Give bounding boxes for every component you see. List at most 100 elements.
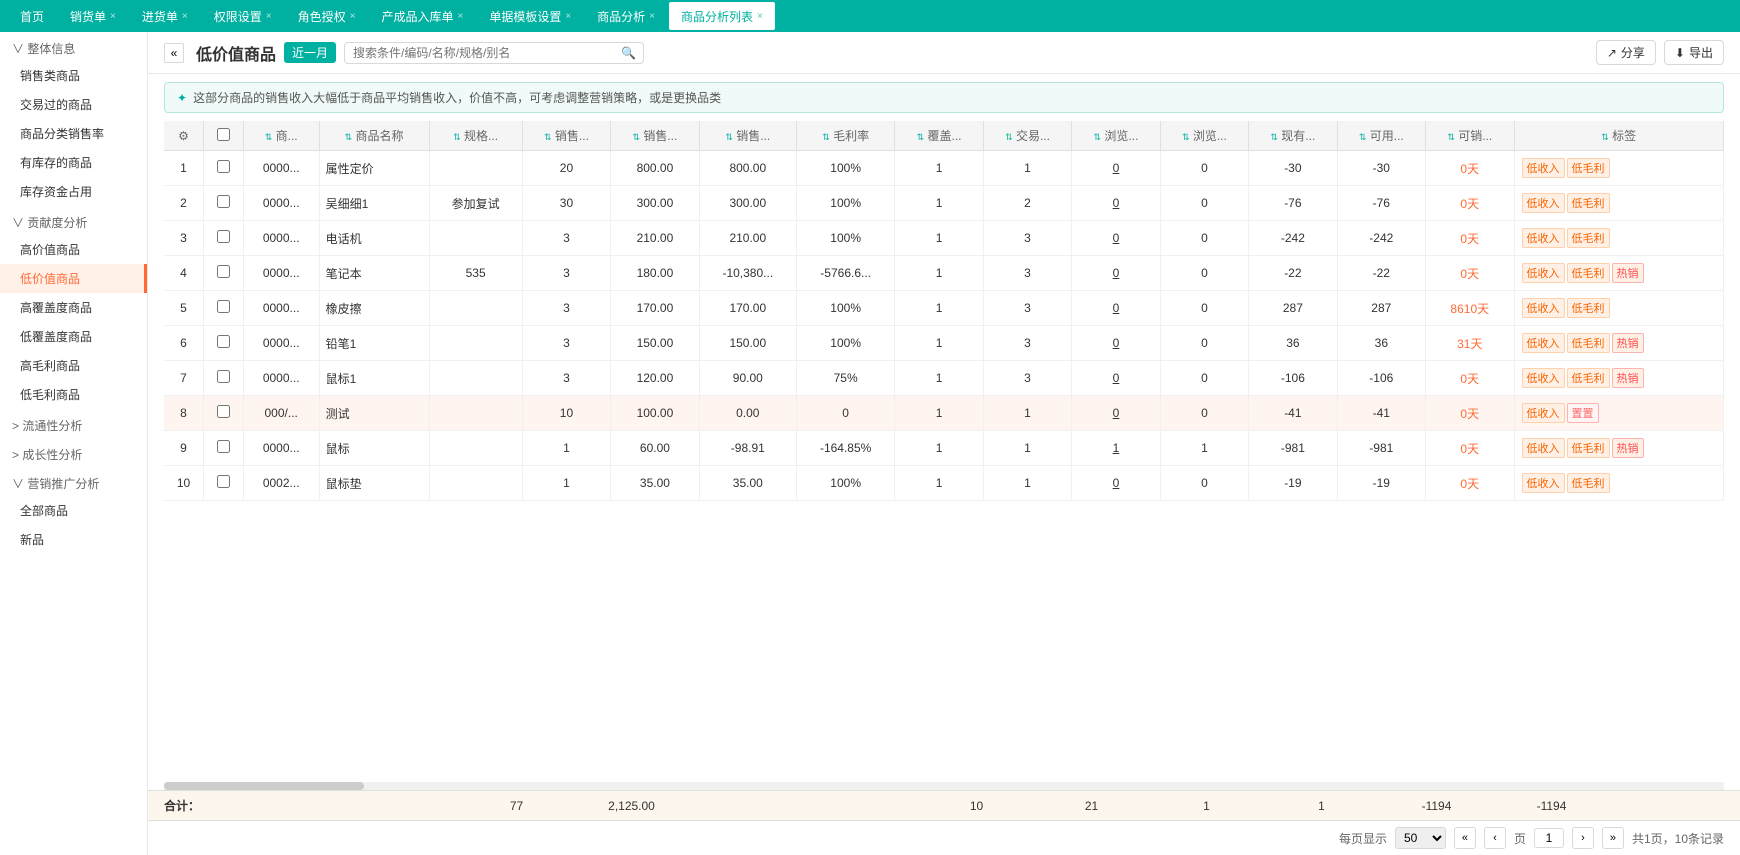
nav-close-permission[interactable]: × bbox=[266, 11, 272, 22]
row-checkbox[interactable] bbox=[217, 300, 230, 313]
row-checkbox[interactable] bbox=[217, 405, 230, 418]
td-checkbox[interactable] bbox=[204, 466, 244, 501]
th-view1[interactable]: ⇅ 浏览... bbox=[1072, 121, 1160, 151]
sidebar-collapse-button[interactable]: « bbox=[164, 43, 184, 63]
th-tag[interactable]: ⇅ 标签 bbox=[1514, 121, 1724, 151]
table-row: 10 0002... 鼠标垫 1 35.00 35.00 100% 1 1 0 … bbox=[164, 466, 1724, 501]
th-spec[interactable]: ⇅ 规格... bbox=[429, 121, 522, 151]
share-button[interactable]: ↗ 分享 bbox=[1596, 40, 1656, 65]
td-checkbox[interactable] bbox=[204, 256, 244, 291]
row-checkbox[interactable] bbox=[217, 370, 230, 383]
sidebar-item-low-value[interactable]: 低价值商品 bbox=[0, 264, 147, 293]
th-view2[interactable]: ⇅ 浏览... bbox=[1160, 121, 1248, 151]
nav-close-analysis-list[interactable]: × bbox=[757, 11, 763, 22]
td-checkbox[interactable] bbox=[204, 361, 244, 396]
th-gross[interactable]: ⇅ 毛利率 bbox=[796, 121, 894, 151]
nav-close-purchase[interactable]: × bbox=[182, 11, 188, 22]
search-input[interactable] bbox=[344, 42, 644, 64]
nav-item-permission[interactable]: 权限设置 × bbox=[202, 2, 284, 30]
view1-link[interactable]: 0 bbox=[1113, 161, 1120, 175]
nav-item-analysis-list[interactable]: 商品分析列表 × bbox=[669, 2, 775, 30]
nav-close-analysis[interactable]: × bbox=[649, 11, 655, 22]
sidebar-item-high-coverage[interactable]: 高覆盖度商品 bbox=[0, 293, 147, 322]
page-size-select[interactable]: 50 100 200 bbox=[1395, 827, 1446, 849]
th-trade[interactable]: ⇅ 交易... bbox=[983, 121, 1071, 151]
th-cover[interactable]: ⇅ 覆盖... bbox=[895, 121, 983, 151]
th-sales3[interactable]: ⇅ 销售... bbox=[699, 121, 796, 151]
row-checkbox[interactable] bbox=[217, 195, 230, 208]
view1-link[interactable]: 0 bbox=[1113, 476, 1120, 490]
sidebar-item-high-margin[interactable]: 高毛利商品 bbox=[0, 351, 147, 380]
prev-page-button[interactable]: ‹ bbox=[1484, 827, 1506, 849]
sidebar-item-stock-fund[interactable]: 库存资金占用 bbox=[0, 177, 147, 206]
scrollbar-thumb[interactable] bbox=[164, 782, 364, 790]
select-all-checkbox[interactable] bbox=[217, 128, 230, 141]
view1-link[interactable]: 0 bbox=[1113, 196, 1120, 210]
nav-item-role[interactable]: 角色授权 × bbox=[286, 2, 368, 30]
row-checkbox[interactable] bbox=[217, 265, 230, 278]
export-button[interactable]: ⬇ 导出 bbox=[1664, 40, 1724, 65]
nav-close-warehouse[interactable]: × bbox=[457, 11, 463, 22]
horizontal-scrollbar[interactable] bbox=[164, 782, 1724, 790]
td-view2: 0 bbox=[1160, 291, 1248, 326]
sidebar-item-traded-goods[interactable]: 交易过的商品 bbox=[0, 90, 147, 119]
th-sales2[interactable]: ⇅ 销售... bbox=[611, 121, 699, 151]
row-checkbox[interactable] bbox=[217, 160, 230, 173]
td-checkbox[interactable] bbox=[204, 151, 244, 186]
sidebar-group-flow[interactable]: > 流通性分析 bbox=[0, 409, 147, 438]
th-current[interactable]: ⇅ 现有... bbox=[1249, 121, 1337, 151]
sidebar-group-overall[interactable]: ∨ 整体信息 bbox=[0, 32, 147, 61]
nav-item-sales[interactable]: 销货单 × bbox=[58, 2, 128, 30]
nav-close-template[interactable]: × bbox=[565, 11, 571, 22]
td-checkbox[interactable] bbox=[204, 396, 244, 431]
th-settings[interactable]: ⚙ bbox=[164, 121, 204, 151]
view1-link[interactable]: 0 bbox=[1113, 336, 1120, 350]
th-sales1[interactable]: ⇅ 销售... bbox=[522, 121, 610, 151]
view1-link[interactable]: 0 bbox=[1113, 231, 1120, 245]
nav-item-template[interactable]: 单据模板设置 × bbox=[477, 2, 583, 30]
th-code[interactable]: ⇅ 商... bbox=[243, 121, 319, 151]
page-number-input[interactable] bbox=[1534, 828, 1564, 848]
row-checkbox[interactable] bbox=[217, 230, 230, 243]
last-page-button[interactable]: » bbox=[1602, 827, 1624, 849]
row-checkbox[interactable] bbox=[217, 440, 230, 453]
filter-button[interactable]: 近一月 bbox=[284, 42, 336, 63]
nav-close-role[interactable]: × bbox=[350, 11, 356, 22]
sidebar-item-stock-goods[interactable]: 有库存的商品 bbox=[0, 148, 147, 177]
sidebar-item-low-margin[interactable]: 低毛利商品 bbox=[0, 380, 147, 409]
th-sellable[interactable]: ⇅ 可销... bbox=[1426, 121, 1514, 151]
nav-item-home[interactable]: 首页 bbox=[8, 2, 56, 30]
th-name[interactable]: ⇅ 商品名称 bbox=[319, 121, 429, 151]
td-checkbox[interactable] bbox=[204, 291, 244, 326]
td-checkbox[interactable] bbox=[204, 221, 244, 256]
nav-item-purchase[interactable]: 进货单 × bbox=[130, 2, 200, 30]
sidebar-item-high-value[interactable]: 高价值商品 bbox=[0, 235, 147, 264]
td-checkbox[interactable] bbox=[204, 431, 244, 466]
view1-link[interactable]: 0 bbox=[1113, 266, 1120, 280]
sidebar-item-all-goods[interactable]: 全部商品 bbox=[0, 496, 147, 525]
view1-link[interactable]: 0 bbox=[1113, 301, 1120, 315]
view1-link[interactable]: 0 bbox=[1113, 371, 1120, 385]
sidebar-item-category-sales[interactable]: 商品分类销售率 bbox=[0, 119, 147, 148]
nav-item-warehouse[interactable]: 产成品入库单 × bbox=[369, 2, 475, 30]
td-tags: 低收入低毛利热销 bbox=[1514, 326, 1724, 361]
view1-link[interactable]: 0 bbox=[1113, 406, 1120, 420]
sidebar-item-sales-goods[interactable]: 销售类商品 bbox=[0, 61, 147, 90]
sidebar-item-low-coverage[interactable]: 低覆盖度商品 bbox=[0, 322, 147, 351]
nav-item-analysis[interactable]: 商品分析 × bbox=[585, 2, 667, 30]
td-checkbox[interactable] bbox=[204, 186, 244, 221]
view1-link[interactable]: 1 bbox=[1113, 441, 1120, 455]
row-checkbox[interactable] bbox=[217, 335, 230, 348]
th-checkbox[interactable] bbox=[204, 121, 244, 151]
row-checkbox[interactable] bbox=[217, 475, 230, 488]
sidebar-group-growth[interactable]: > 成长性分析 bbox=[0, 438, 147, 467]
th-available[interactable]: ⇅ 可用... bbox=[1337, 121, 1425, 151]
td-checkbox[interactable] bbox=[204, 326, 244, 361]
sidebar-item-new-goods[interactable]: 新品 bbox=[0, 525, 147, 554]
nav-close-sales[interactable]: × bbox=[110, 11, 116, 22]
next-page-button[interactable]: › bbox=[1572, 827, 1594, 849]
sidebar-group-marketing[interactable]: ∨ 营销推广分析 bbox=[0, 467, 147, 496]
sidebar-group-contribution[interactable]: ∨ 贡献度分析 bbox=[0, 206, 147, 235]
table-wrap: ⚙ ⇅ 商... ⇅ 商品名称 ⇅ 规格... ⇅ 销售... ⇅ 销售... … bbox=[148, 121, 1740, 782]
first-page-button[interactable]: « bbox=[1454, 827, 1476, 849]
